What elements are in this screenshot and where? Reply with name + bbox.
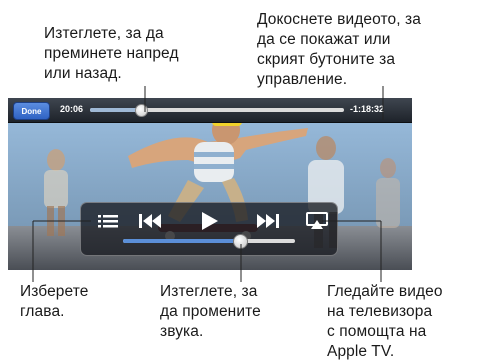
remaining-time: -1:18:32 [350, 104, 385, 114]
previous-button[interactable] [137, 209, 165, 233]
airplay-icon [306, 212, 328, 229]
tap-video-callout: Докоснете видеото, за да се покажат или … [257, 11, 421, 88]
scrubber-handle[interactable] [134, 104, 148, 117]
chapters-button[interactable] [95, 209, 123, 233]
scrub-callout: Изтеглете, за да преминете напред или на… [44, 25, 179, 82]
playback-controls [80, 202, 338, 256]
volume-slider-track[interactable] [123, 239, 295, 243]
next-button[interactable] [253, 209, 281, 233]
airplay-button[interactable] [303, 209, 331, 233]
play-button[interactable] [195, 209, 223, 233]
scrubber-progress [90, 108, 141, 112]
chapter-callout: Изберете глава. [20, 283, 89, 320]
chapters-list-icon [98, 215, 118, 228]
scrubber-track[interactable] [90, 108, 344, 112]
top-toolbar: Done 20:06 -1:18:32 [8, 98, 412, 123]
skip-back-icon [139, 214, 161, 228]
volume-handle[interactable] [232, 234, 248, 249]
airplay-callout: Гледайте видео на телевизора с помощта н… [327, 283, 443, 360]
skip-forward-icon [257, 214, 279, 228]
volume-callout: Изтеглете, за да промените звука. [160, 283, 261, 340]
video-player[interactable]: Done 20:06 -1:18:32 [8, 98, 412, 270]
elapsed-time: 20:06 [60, 104, 84, 114]
play-icon [202, 212, 218, 230]
done-button[interactable]: Done [13, 102, 50, 120]
volume-level [123, 239, 240, 243]
